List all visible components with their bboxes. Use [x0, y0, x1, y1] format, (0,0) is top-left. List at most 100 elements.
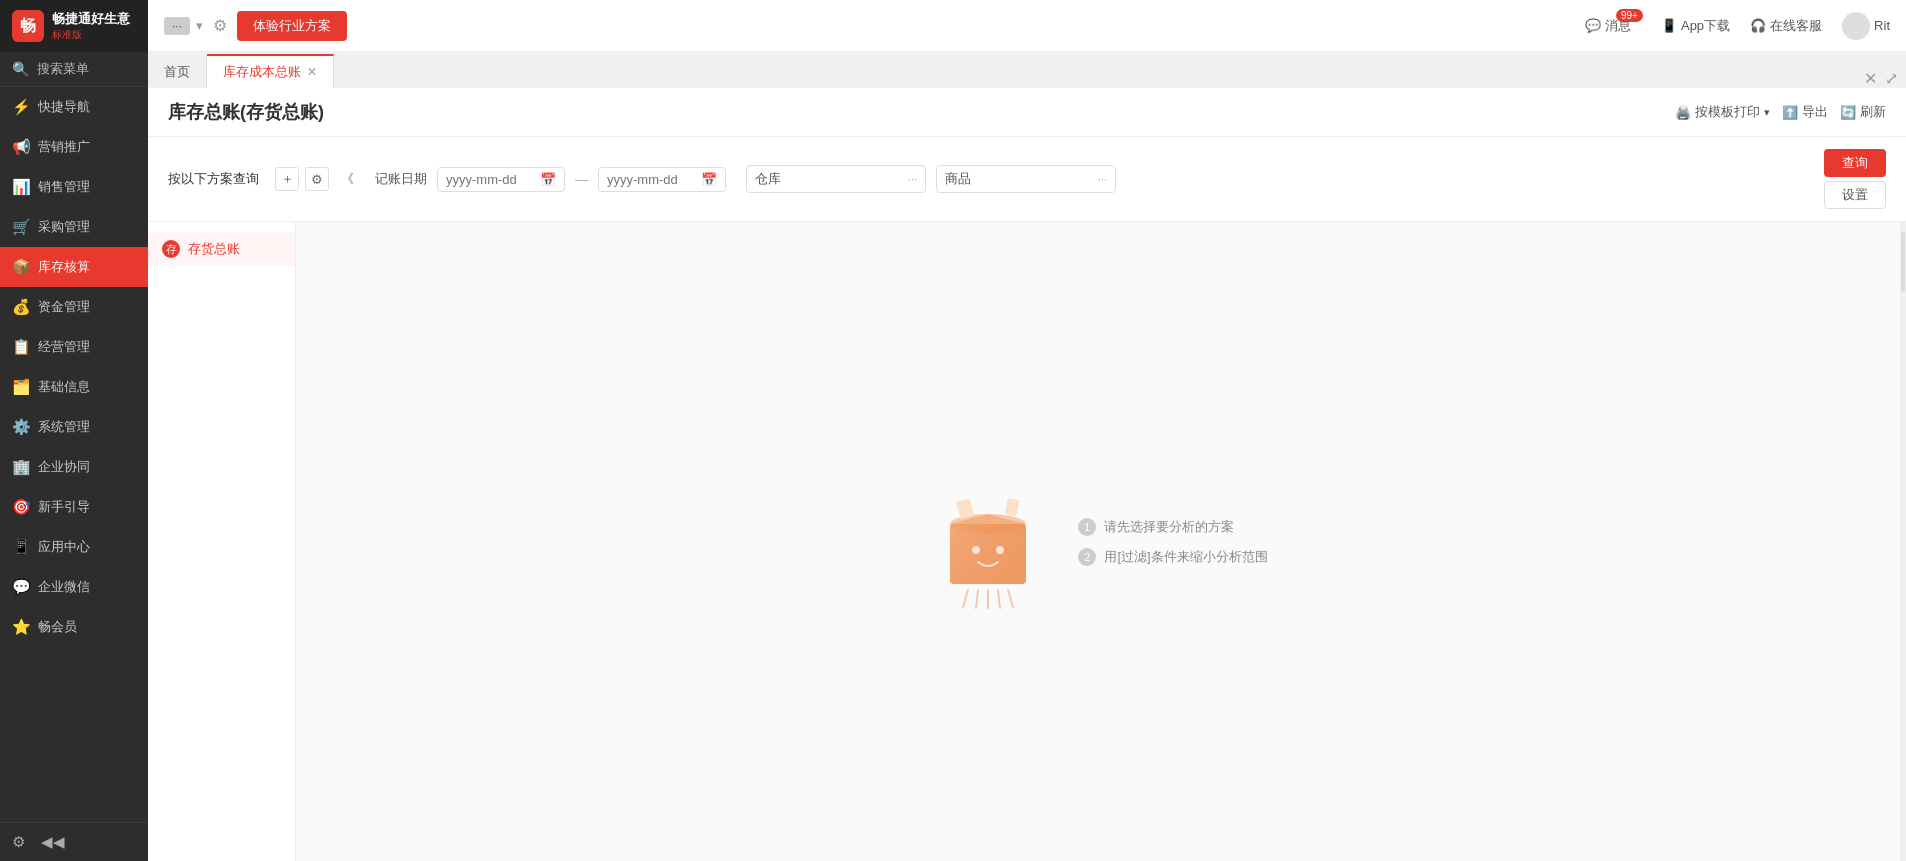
- sidebar-item-operation[interactable]: 📋 经营管理: [0, 327, 148, 367]
- tab-area-close-icon[interactable]: ✕: [1864, 69, 1877, 88]
- filter-title: 按以下方案查询: [168, 170, 259, 188]
- print-icon: 🖨️: [1675, 105, 1691, 120]
- filter-settings-btn[interactable]: ⚙: [305, 167, 329, 191]
- tab-close-area: ✕ ⤢: [1864, 69, 1906, 88]
- topbar-settings-icon[interactable]: ⚙: [213, 16, 227, 35]
- tab-home-label: 首页: [164, 63, 190, 81]
- scheme-item-inventory-ledger[interactable]: 存 存货总账: [148, 232, 295, 266]
- sidebar-item-label: 营销推广: [38, 138, 136, 156]
- date-start-input[interactable]: [446, 172, 536, 187]
- scheme-icon: 存: [162, 240, 180, 258]
- calendar-start-icon[interactable]: 📅: [540, 172, 556, 187]
- app-download-label: App下载: [1681, 17, 1730, 35]
- messages-badge: 99+: [1616, 9, 1643, 22]
- tab-inventory-ledger[interactable]: 库存成本总账 ✕: [207, 54, 334, 88]
- finance-icon: 💰: [12, 298, 30, 316]
- filter-row: 记账日期 📅 — 📅 仓库 ··· 商品 ···: [375, 165, 1800, 193]
- refresh-btn[interactable]: 🔄 刷新: [1840, 103, 1886, 121]
- sidebar-item-wechat[interactable]: 💬 企业微信: [0, 567, 148, 607]
- sidebar-item-label: 资金管理: [38, 298, 136, 316]
- filter-add-btn[interactable]: ＋: [275, 167, 299, 191]
- page-title: 库存总账(存货总账): [168, 100, 324, 124]
- print-template-btn[interactable]: 🖨️ 按模板打印 ▾: [1675, 103, 1770, 121]
- sales-icon: 📊: [12, 178, 30, 196]
- scheme-panel: 存 存货总账: [148, 222, 296, 861]
- breadcrumb-dropdown-icon[interactable]: ▾: [196, 18, 203, 33]
- main-area: ··· ▾ ⚙ 体验行业方案 💬 消息 99+ 📱 App下载 🎧 在线客服 R…: [148, 0, 1906, 861]
- empty-hint-1: 1 请先选择要分析的方案: [1078, 518, 1267, 536]
- sidebar-item-label: 企业协同: [38, 458, 136, 476]
- tab-close-icon[interactable]: ✕: [307, 65, 317, 79]
- sidebar-item-member[interactable]: ⭐ 畅会员: [0, 607, 148, 647]
- settings-btn[interactable]: 设置: [1824, 181, 1886, 209]
- sidebar-item-marketing[interactable]: 📢 营销推广: [0, 127, 148, 167]
- sidebar-item-inventory[interactable]: 📦 库存核算: [0, 247, 148, 287]
- tab-area-expand-icon[interactable]: ⤢: [1885, 69, 1898, 88]
- breadcrumb-current: ···: [164, 17, 190, 35]
- filter-product[interactable]: 商品 ···: [936, 165, 1116, 193]
- apps-icon: 📱: [12, 538, 30, 556]
- inventory-icon: 📦: [12, 258, 30, 276]
- search-icon: 🔍: [12, 61, 29, 77]
- date-end-input[interactable]: [607, 172, 697, 187]
- online-service-btn[interactable]: 🎧 在线客服: [1750, 17, 1822, 35]
- filter-date-end[interactable]: 📅: [598, 167, 726, 192]
- sidebar-item-basic[interactable]: 🗂️ 基础信息: [0, 367, 148, 407]
- tab-home[interactable]: 首页: [148, 56, 207, 88]
- sidebar-search[interactable]: 🔍 搜索菜单: [0, 52, 148, 87]
- logo-icon: 畅: [12, 10, 44, 42]
- app-download-btn[interactable]: 📱 App下载: [1661, 17, 1730, 35]
- empty-hint-2: 2 用[过滤]条件来缩小分析范围: [1078, 548, 1267, 566]
- sidebar-item-label: 应用中心: [38, 538, 136, 556]
- sidebar-item-label: 销售管理: [38, 178, 136, 196]
- filter-date-start[interactable]: 📅: [437, 167, 565, 192]
- filter-product-label: 商品: [945, 170, 971, 188]
- svg-rect-3: [950, 524, 1026, 584]
- app-download-icon: 📱: [1661, 18, 1677, 33]
- enterprise-icon: 🏢: [12, 458, 30, 476]
- sidebar-search-label: 搜索菜单: [37, 60, 89, 78]
- page-header: 库存总账(存货总账) 🖨️ 按模板打印 ▾ ⬆️ 导出 🔄 刷新: [148, 88, 1906, 137]
- sidebar-item-sales[interactable]: 📊 销售管理: [0, 167, 148, 207]
- sidebar-footer: ⚙ ◀◀: [0, 822, 148, 861]
- empty-svg: [928, 482, 1048, 612]
- messages-btn[interactable]: 💬 消息 99+: [1585, 17, 1631, 35]
- sidebar-item-enterprise[interactable]: 🏢 企业协同: [0, 447, 148, 487]
- sidebar-logo: 畅 畅捷通好生意 标准版: [0, 0, 148, 52]
- query-btn[interactable]: 查询: [1824, 149, 1886, 177]
- sidebar-item-apps[interactable]: 📱 应用中心: [0, 527, 148, 567]
- basic-icon: 🗂️: [12, 378, 30, 396]
- hint-num-2: 2: [1078, 548, 1096, 566]
- quick-nav-icon: ⚡: [12, 98, 30, 116]
- sidebar-item-finance[interactable]: 💰 资金管理: [0, 287, 148, 327]
- filter-buttons: 查询 设置: [1824, 149, 1886, 209]
- export-icon: ⬆️: [1782, 105, 1798, 120]
- sidebar-item-quick-nav[interactable]: ⚡ 快捷导航: [0, 87, 148, 127]
- scrollbar-thumb[interactable]: [1901, 232, 1905, 292]
- sidebar-item-system[interactable]: ⚙️ 系统管理: [0, 407, 148, 447]
- sidebar-item-label: 经营管理: [38, 338, 136, 356]
- svg-line-10: [1008, 590, 1013, 607]
- settings-footer-btn[interactable]: ⚙: [12, 833, 25, 851]
- empty-illustration: [928, 482, 1048, 602]
- page-header-actions: 🖨️ 按模板打印 ▾ ⬆️ 导出 🔄 刷新: [1675, 103, 1886, 121]
- content: 库存总账(存货总账) 🖨️ 按模板打印 ▾ ⬆️ 导出 🔄 刷新 按以下方案: [148, 88, 1906, 861]
- filter-warehouse-label: 仓库: [755, 170, 781, 188]
- filter-collapse-btn[interactable]: 《: [335, 167, 359, 191]
- user-profile[interactable]: Rit: [1842, 12, 1890, 40]
- sidebar-item-purchase[interactable]: 🛒 采购管理: [0, 207, 148, 247]
- export-btn[interactable]: ⬆️ 导出: [1782, 103, 1828, 121]
- filter-warehouse[interactable]: 仓库 ···: [746, 165, 926, 193]
- guide-icon: 🎯: [12, 498, 30, 516]
- user-name: Rit: [1874, 18, 1890, 33]
- content-body: 存 存货总账: [148, 222, 1906, 861]
- sidebar-item-guide[interactable]: 🎯 新手引导: [0, 487, 148, 527]
- logo-text: 畅捷通好生意 标准版: [52, 10, 130, 42]
- filter-panel: 按以下方案查询 ＋ ⚙ 《 记账日期 📅 — 📅 仓库: [148, 137, 1906, 222]
- operation-icon: 📋: [12, 338, 30, 356]
- calendar-end-icon[interactable]: 📅: [701, 172, 717, 187]
- industry-btn[interactable]: 体验行业方案: [237, 11, 347, 41]
- online-service-icon: 🎧: [1750, 18, 1766, 33]
- collapse-footer-btn[interactable]: ◀◀: [41, 833, 65, 851]
- member-icon: ⭐: [12, 618, 30, 636]
